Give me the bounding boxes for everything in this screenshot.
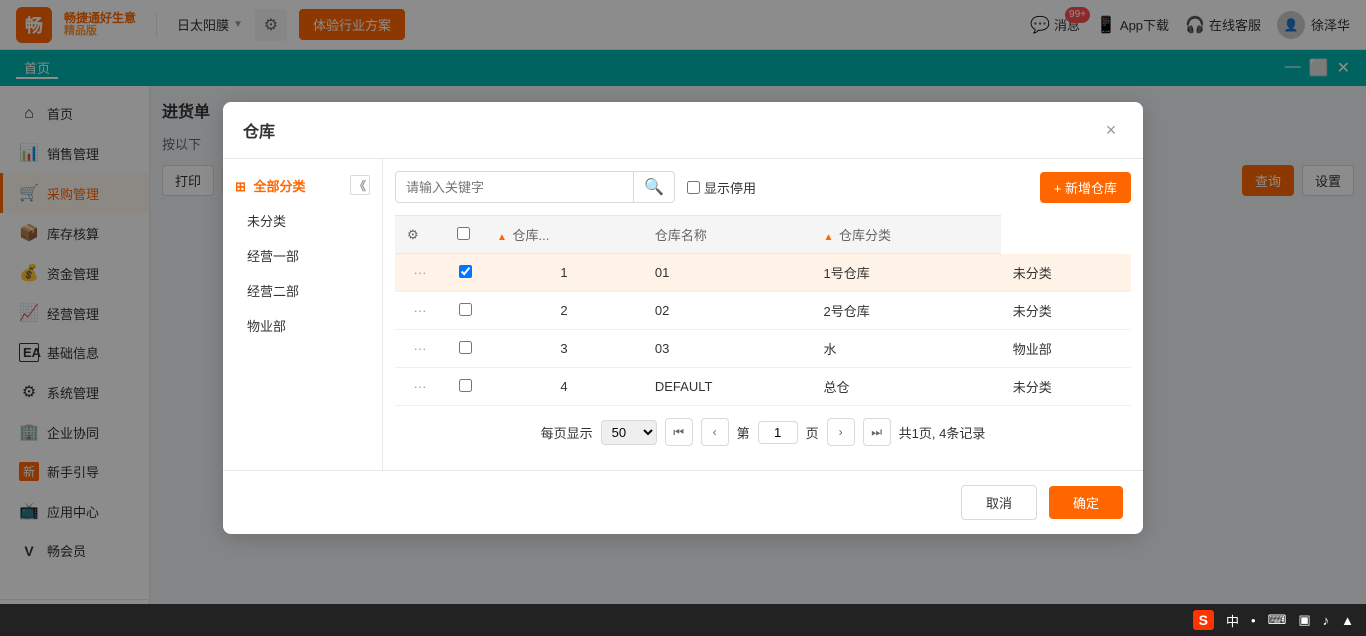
show-disabled-input[interactable]	[687, 181, 700, 194]
row-name-cell: 2号仓库	[811, 292, 1000, 330]
bottombar-s-logo: S	[1193, 610, 1214, 630]
table-area: 🔍 显示停用 + 新增仓库 ⚙	[383, 159, 1143, 470]
category-item-uncategorized[interactable]: 未分类	[223, 203, 382, 238]
row-check-cell[interactable]	[445, 330, 485, 368]
modal-title: 仓库	[243, 118, 275, 142]
pagination: 每页显示 50 100 ⏮ ‹ 第 页 › ⏭ 共1页, 4条记录	[395, 406, 1131, 458]
prev-page-button[interactable]: ‹	[701, 418, 729, 446]
row-check-cell[interactable]	[445, 292, 485, 330]
row-check-cell[interactable]	[445, 254, 485, 292]
row-gear-cell[interactable]: ···	[395, 330, 445, 368]
table-row[interactable]: ··· 2 02 2号仓库 未分类	[395, 292, 1131, 330]
category-item-property[interactable]: 物业部	[223, 308, 382, 343]
modal-body: ⊞ 全部分类 《 未分类 经营一部 经营二部 物业部	[223, 159, 1143, 470]
col-header-code: ▲ 仓库...	[485, 216, 643, 254]
row-index-cell: 1	[485, 254, 643, 292]
category-sidebar: ⊞ 全部分类 《 未分类 经营一部 经营二部 物业部	[223, 159, 383, 470]
modal-header: 仓库 ×	[223, 102, 1143, 159]
row-code-cell: DEFAULT	[643, 368, 812, 406]
search-box: 🔍	[395, 171, 675, 203]
table-body: ··· 1 01 1号仓库 未分类 ··· 2 02 2号仓库 未分类 ··· …	[395, 254, 1131, 406]
all-categories-label: 全部分类	[254, 179, 306, 194]
row-check-cell[interactable]	[445, 368, 485, 406]
warehouse-table: ⚙ ▲ 仓库... 仓库名称	[395, 215, 1131, 406]
table-row[interactable]: ··· 3 03 水 物业部	[395, 330, 1131, 368]
row-gear-cell[interactable]: ···	[395, 368, 445, 406]
grid-icon: ⊞	[235, 179, 246, 194]
table-wrapper: ⚙ ▲ 仓库... 仓库名称	[395, 215, 1131, 406]
modal-overlay: 仓库 × ⊞ 全部分类 《 未分类 经营一部 经营二部 物业部	[0, 0, 1366, 636]
first-page-button[interactable]: ⏮	[665, 418, 693, 446]
page-number-input[interactable]	[758, 421, 798, 444]
row-gear-cell[interactable]: ···	[395, 254, 445, 292]
bottombar-keyboard-icon[interactable]: ⌨	[1268, 612, 1287, 628]
new-warehouse-button[interactable]: + 新增仓库	[1040, 172, 1131, 203]
category-item-operations1[interactable]: 经营一部	[223, 238, 382, 273]
row-code-cell: 02	[643, 292, 812, 330]
row-index-cell: 3	[485, 330, 643, 368]
row-category-cell: 未分类	[1001, 368, 1131, 406]
bottombar: S 中 • ⌨ ▣ ♪ ▲	[0, 604, 1366, 636]
row-category-cell: 未分类	[1001, 254, 1131, 292]
show-disabled-label: 显示停用	[704, 178, 756, 197]
warehouse-modal: 仓库 × ⊞ 全部分类 《 未分类 经营一部 经营二部 物业部	[223, 102, 1143, 534]
row-name-cell: 1号仓库	[811, 254, 1000, 292]
page-suffix: 页	[806, 423, 819, 442]
row-category-cell: 物业部	[1001, 330, 1131, 368]
row-name-cell: 水	[811, 330, 1000, 368]
search-input[interactable]	[396, 174, 633, 201]
table-toolbar: 🔍 显示停用 + 新增仓库	[395, 171, 1131, 203]
row-checkbox[interactable]	[459, 379, 472, 392]
page-label: 第	[737, 423, 750, 442]
per-page-select[interactable]: 50 100	[601, 420, 657, 445]
row-index-cell: 4	[485, 368, 643, 406]
bottombar-zh[interactable]: 中	[1226, 611, 1239, 630]
row-category-cell: 未分类	[1001, 292, 1131, 330]
select-all-checkbox[interactable]	[457, 227, 470, 240]
bottombar-arrow-icon[interactable]: ▲	[1341, 613, 1354, 628]
table-header: ⚙ ▲ 仓库... 仓库名称	[395, 216, 1131, 254]
category-item-operations2[interactable]: 经营二部	[223, 273, 382, 308]
collapse-button[interactable]: 《	[350, 175, 370, 195]
per-page-label: 每页显示	[541, 423, 593, 442]
modal-footer: 取消 确定	[223, 470, 1143, 534]
bottombar-dot: •	[1251, 613, 1256, 628]
row-code-cell: 03	[643, 330, 812, 368]
bottombar-music-icon[interactable]: ♪	[1323, 613, 1330, 628]
search-button[interactable]: 🔍	[633, 172, 674, 202]
row-checkbox[interactable]	[459, 303, 472, 316]
confirm-button[interactable]: 确定	[1049, 486, 1123, 519]
last-page-button[interactable]: ⏭	[863, 418, 891, 446]
col-header-check	[445, 216, 485, 254]
table-row[interactable]: ··· 1 01 1号仓库 未分类	[395, 254, 1131, 292]
show-disabled-checkbox[interactable]: 显示停用	[687, 178, 756, 197]
col-header-name: 仓库名称	[643, 216, 812, 254]
modal-close-button[interactable]: ×	[1099, 118, 1123, 142]
row-index-cell: 2	[485, 292, 643, 330]
total-records: 共1页, 4条记录	[899, 423, 986, 442]
row-gear-cell[interactable]: ···	[395, 292, 445, 330]
table-row[interactable]: ··· 4 DEFAULT 总仓 未分类	[395, 368, 1131, 406]
sort-icon-category: ▲	[823, 232, 833, 243]
cancel-button[interactable]: 取消	[961, 485, 1037, 520]
row-checkbox[interactable]	[459, 341, 472, 354]
all-categories-header[interactable]: ⊞ 全部分类 《	[223, 167, 382, 203]
row-code-cell: 01	[643, 254, 812, 292]
col-header-gear: ⚙	[395, 216, 445, 254]
bottombar-screen-icon[interactable]: ▣	[1298, 612, 1310, 628]
row-checkbox[interactable]	[459, 265, 472, 278]
row-name-cell: 总仓	[811, 368, 1000, 406]
sort-icon-code: ▲	[497, 232, 507, 243]
next-page-button[interactable]: ›	[827, 418, 855, 446]
col-header-category: ▲ 仓库分类	[811, 216, 1000, 254]
